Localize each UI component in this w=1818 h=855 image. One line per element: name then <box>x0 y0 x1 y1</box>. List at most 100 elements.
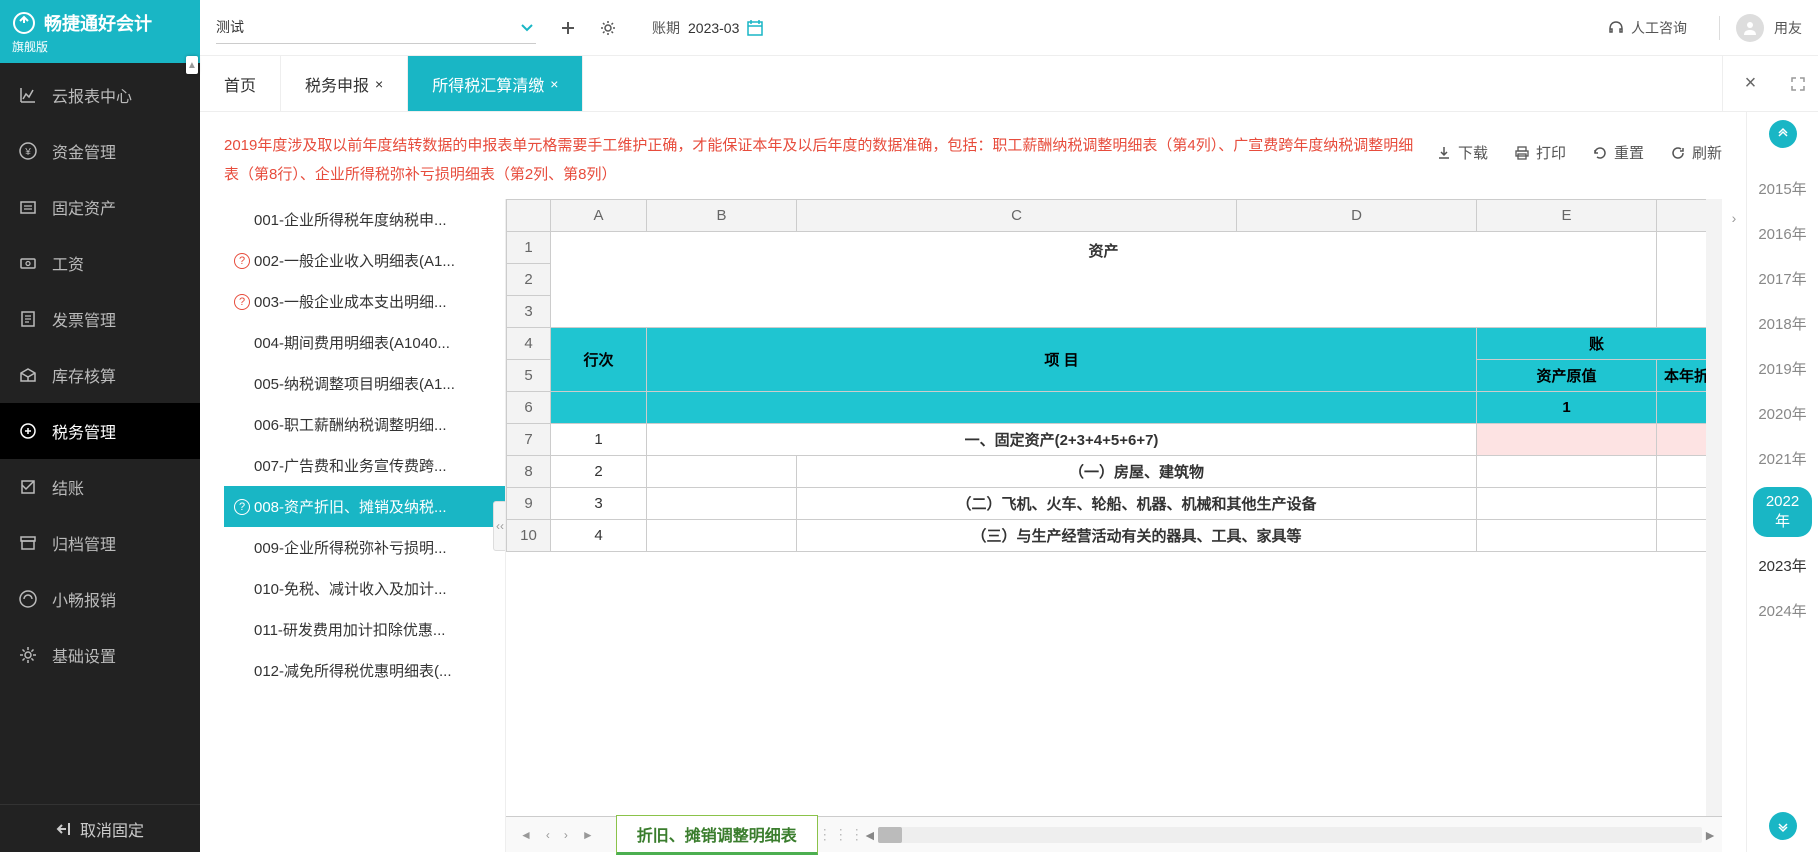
unpin-button[interactable]: 取消固定 <box>0 804 200 852</box>
report-item[interactable]: 004-期间费用明细表(A1040... <box>224 322 505 363</box>
cell-a7[interactable]: 1 <box>551 424 647 456</box>
cell[interactable] <box>647 392 1477 424</box>
orig-value-header[interactable]: 资产原值 <box>1477 360 1657 392</box>
year-item[interactable]: 2021年 <box>1747 436 1818 481</box>
cell[interactable] <box>551 392 647 424</box>
cell-a10[interactable]: 4 <box>551 520 647 552</box>
col-header-d[interactable]: D <box>1237 200 1477 232</box>
reset-button[interactable]: 重置 <box>1592 142 1644 163</box>
col-header-e[interactable]: E <box>1477 200 1657 232</box>
refresh-button[interactable]: 刷新 <box>1670 142 1722 163</box>
expand-right-handle[interactable]: › <box>1726 203 1742 233</box>
cell-b9[interactable] <box>647 488 797 520</box>
sidebar-item-money[interactable]: ¥资金管理 <box>0 123 200 179</box>
year-item[interactable]: 2020年 <box>1747 391 1818 436</box>
consult-button[interactable]: 人工咨询 <box>1607 18 1687 38</box>
row-header-6[interactable]: 6 <box>507 392 551 424</box>
year-down-button[interactable] <box>1769 812 1797 840</box>
spreadsheet[interactable]: A B C D E 1 资产 2 3 4 <box>506 199 1722 816</box>
add-button[interactable] <box>552 12 584 44</box>
report-item[interactable]: 005-纳税调整项目明细表(A1... <box>224 363 505 404</box>
collapse-handle[interactable]: ‹‹ <box>493 501 506 551</box>
cell-e7[interactable] <box>1477 424 1657 456</box>
sheet-nav-prev[interactable]: ‹ <box>546 828 550 842</box>
sidebar-item-salary[interactable]: 工资 <box>0 235 200 291</box>
report-item[interactable]: 007-广告费和业务宣传费跨... <box>224 445 505 486</box>
row-header-1[interactable]: 1 <box>507 232 551 264</box>
report-item[interactable]: 011-研发费用加计扣除优惠... <box>224 609 505 650</box>
report-item[interactable]: ?002-一般企业收入明细表(A1... <box>224 240 505 281</box>
scroll-right-icon[interactable]: ► <box>1702 827 1718 843</box>
sidebar-item-tax[interactable]: 税务管理 <box>0 403 200 459</box>
corner-cell[interactable] <box>507 200 551 232</box>
cell-b10[interactable] <box>647 520 797 552</box>
sidebar-item-settings[interactable]: 基础设置 <box>0 627 200 683</box>
sheet-nav-next[interactable]: › <box>564 828 568 842</box>
cell-c10[interactable]: （三）与生产经营活动有关的器具、工具、家具等 <box>797 520 1477 552</box>
year-item[interactable]: 2015年 <box>1747 166 1818 211</box>
year-item[interactable]: 2023年 <box>1747 543 1818 588</box>
cell-e9[interactable] <box>1477 488 1657 520</box>
tab-home[interactable]: 首页 <box>200 56 281 111</box>
year-item[interactable]: 2018年 <box>1747 301 1818 346</box>
row-header-2[interactable]: 2 <box>507 264 551 296</box>
sidebar-item-invoice[interactable]: 发票管理 <box>0 291 200 347</box>
cell-e10[interactable] <box>1477 520 1657 552</box>
vertical-scrollbar[interactable] <box>1706 199 1722 816</box>
cell-c9[interactable]: （二）飞机、火车、轮船、机器、机械和其他生产设备 <box>797 488 1477 520</box>
close-icon[interactable]: × <box>375 76 383 92</box>
sidebar-item-sales[interactable]: 小畅报销 <box>0 571 200 627</box>
horizontal-scrollbar[interactable]: ◄ ► <box>858 827 1722 843</box>
year-up-button[interactable] <box>1769 120 1797 148</box>
row-header-5[interactable]: 5 <box>507 360 551 392</box>
year-item[interactable]: 2019年 <box>1747 346 1818 391</box>
report-item[interactable]: 001-企业所得税年度纳税申... <box>224 199 505 240</box>
row-header-7[interactable]: 7 <box>507 424 551 456</box>
sheet-tab[interactable]: 折旧、摊销调整明细表 <box>616 815 818 855</box>
report-item[interactable]: 010-免税、减计收入及加计... <box>224 568 505 609</box>
year-item[interactable]: 2017年 <box>1747 256 1818 301</box>
col-header-a[interactable]: A <box>551 200 647 232</box>
print-button[interactable]: 打印 <box>1514 142 1566 163</box>
row-header-9[interactable]: 9 <box>507 488 551 520</box>
sheet-nav-last[interactable]: ► <box>582 828 594 842</box>
row-header-8[interactable]: 8 <box>507 456 551 488</box>
sidebar-item-close-period[interactable]: 结账 <box>0 459 200 515</box>
col-header-b[interactable]: B <box>647 200 797 232</box>
project-header[interactable]: 项 目 <box>647 328 1477 392</box>
tab-tax-declare[interactable]: 税务申报 × <box>281 56 408 111</box>
report-item[interactable]: 012-减免所得税优惠明细表(... <box>224 650 505 691</box>
col-header-c[interactable]: C <box>797 200 1237 232</box>
col-num-1[interactable]: 1 <box>1477 392 1657 424</box>
row-header-3[interactable]: 3 <box>507 296 551 328</box>
hxc-header[interactable]: 行次 <box>551 328 647 392</box>
report-item[interactable]: 006-职工薪酬纳税调整明细... <box>224 404 505 445</box>
year-item[interactable]: 2016年 <box>1747 211 1818 256</box>
sidebar-item-stock[interactable]: 库存核算 <box>0 347 200 403</box>
year-item[interactable]: 2022年 <box>1753 487 1812 537</box>
report-item[interactable]: ?003-一般企业成本支出明细... <box>224 281 505 322</box>
close-icon[interactable]: × <box>550 76 558 92</box>
sidebar-item-asset[interactable]: 固定资产 <box>0 179 200 235</box>
acct-header[interactable]: 账 <box>1477 328 1717 360</box>
sidebar-scroll-up[interactable]: ▲ <box>186 56 198 74</box>
cell-e8[interactable] <box>1477 456 1657 488</box>
sheet-nav-first[interactable]: ◄ <box>520 828 532 842</box>
tab-income-tax[interactable]: 所得税汇算清缴 × <box>408 56 583 111</box>
row-header-10[interactable]: 10 <box>507 520 551 552</box>
cell-a9[interactable]: 3 <box>551 488 647 520</box>
cell-b8[interactable] <box>647 456 797 488</box>
download-button[interactable]: 下载 <box>1436 142 1488 163</box>
expand-button[interactable] <box>1778 56 1818 111</box>
scroll-left-icon[interactable]: ◄ <box>862 827 878 843</box>
cell-a8[interactable]: 2 <box>551 456 647 488</box>
row-header-4[interactable]: 4 <box>507 328 551 360</box>
year-item[interactable]: 2024年 <box>1747 588 1818 633</box>
calendar-button[interactable] <box>745 18 765 38</box>
company-select[interactable]: 测试 <box>216 11 536 44</box>
settings-button[interactable] <box>592 12 624 44</box>
report-item[interactable]: ?008-资产折旧、摊销及纳税... <box>224 486 505 527</box>
report-item[interactable]: 009-企业所得税弥补亏损明... <box>224 527 505 568</box>
sidebar-item-archive[interactable]: 归档管理 <box>0 515 200 571</box>
sidebar-item-chart[interactable]: 云报表中心 <box>0 67 200 123</box>
